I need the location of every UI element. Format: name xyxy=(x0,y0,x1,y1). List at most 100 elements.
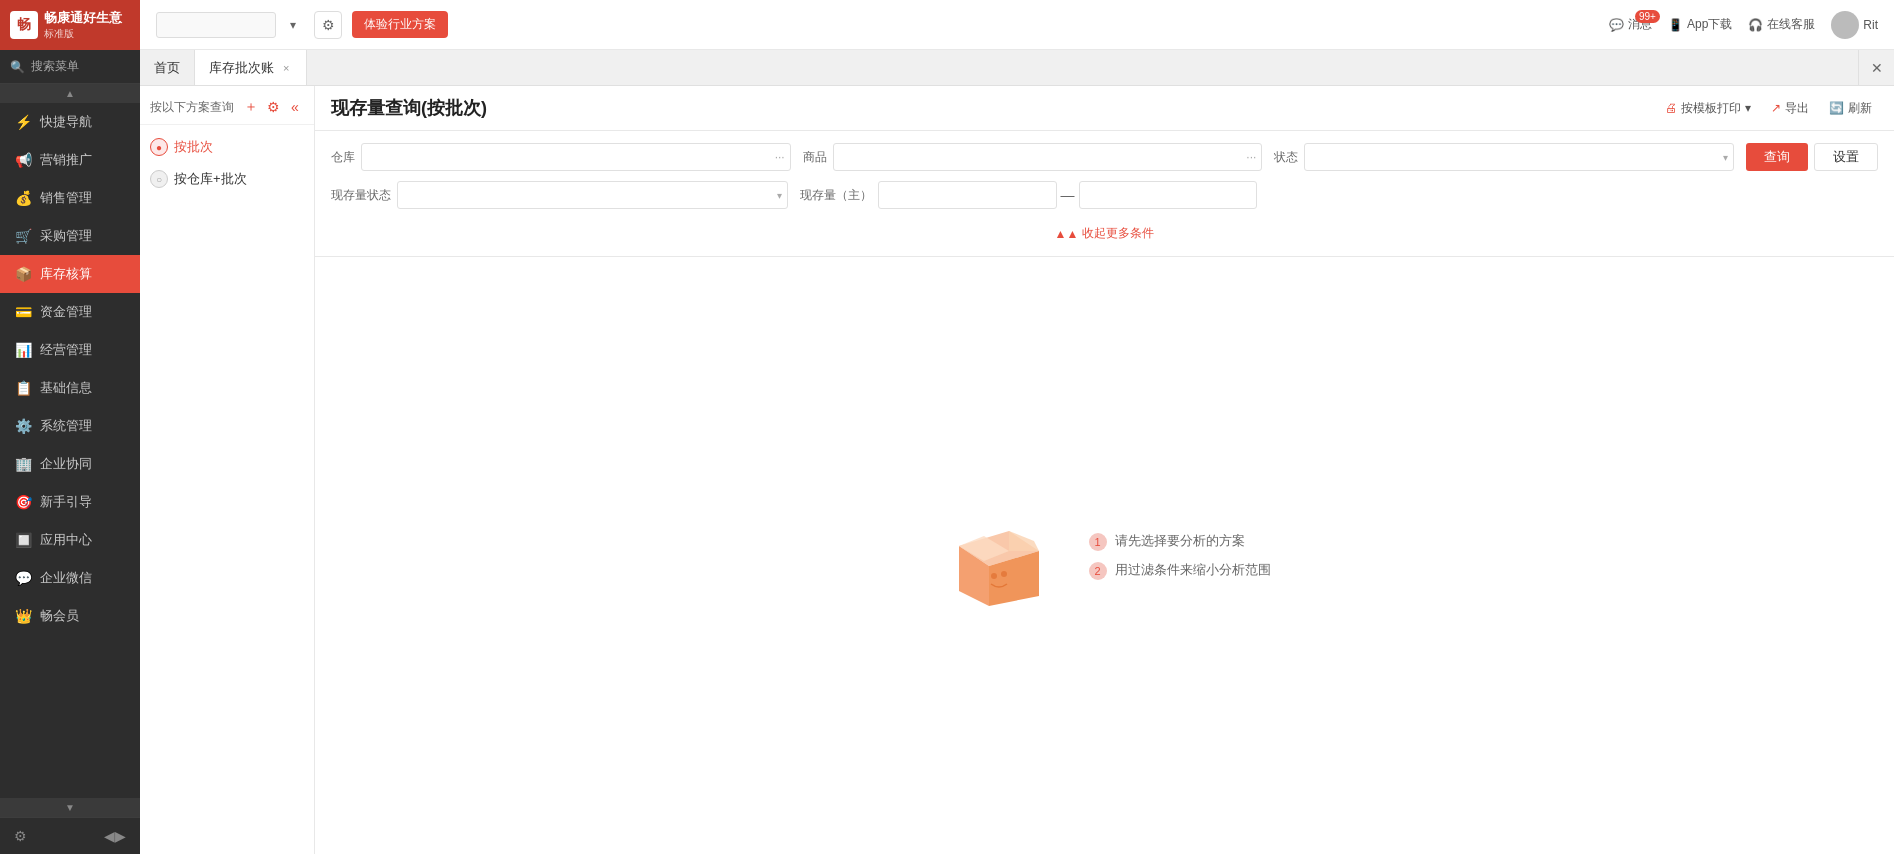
sidebar-collapse-icon[interactable]: ◀▶ xyxy=(104,828,126,844)
username-label: Rit xyxy=(1863,18,1878,32)
right-content: 现存量查询(按批次) 🖨 按模板打印 ▾ ↗ 导出 🔄 刷新 xyxy=(315,86,1894,854)
tip-num-2: 2 xyxy=(1089,562,1107,580)
query-btn[interactable]: 查询 xyxy=(1746,143,1808,171)
app-name-block: 畅康通好生意 标准版 xyxy=(44,10,122,40)
product-input-wrapper: ··· xyxy=(833,143,1263,171)
print-btn[interactable]: 🖨 按模板打印 ▾ xyxy=(1659,97,1757,120)
add-scheme-btn[interactable]: ＋ xyxy=(242,98,260,116)
refresh-btn[interactable]: 🔄 刷新 xyxy=(1823,97,1878,120)
tab-close-btn[interactable]: × xyxy=(280,61,292,75)
sidebar-item-system[interactable]: ⚙️ 系统管理 xyxy=(0,407,140,445)
quick-nav-icon: ⚡ xyxy=(14,113,32,131)
stock-status-select[interactable] xyxy=(397,181,788,209)
empty-tip-1: 1 请先选择要分析的方案 xyxy=(1089,532,1271,551)
sidebar-item-finance[interactable]: 💳 资金管理 xyxy=(0,293,140,331)
topbar-search-input[interactable] xyxy=(156,12,276,38)
sidebar-item-operation[interactable]: 📊 经营管理 xyxy=(0,331,140,369)
tab-bar-close-btn[interactable]: ✕ xyxy=(1858,50,1894,85)
export-btn[interactable]: ↗ 导出 xyxy=(1765,97,1815,120)
page-title: 现存量查询(按批次) xyxy=(331,96,487,120)
page-title-bar: 现存量查询(按批次) 🖨 按模板打印 ▾ ↗ 导出 🔄 刷新 xyxy=(315,86,1894,131)
user-profile-btn[interactable]: Rit xyxy=(1831,11,1878,39)
scheme-settings-btn[interactable]: ⚙ xyxy=(264,98,282,116)
topbar-dropdown-btn[interactable]: ▾ xyxy=(282,14,304,36)
collapse-filter-btn[interactable]: ▲▲ 收起更多条件 xyxy=(331,219,1878,244)
export-icon: ↗ xyxy=(1771,101,1781,115)
stock-qty-min-input[interactable] xyxy=(878,181,1057,209)
stock-qty-min-wrapper xyxy=(878,181,1057,209)
filter-settings-btn[interactable]: 设置 xyxy=(1814,143,1878,171)
message-badge: 99+ xyxy=(1635,10,1660,23)
phone-icon: 📱 xyxy=(1668,18,1683,32)
empty-state: 1 请先选择要分析的方案 2 用过滤条件来缩小分析范围 xyxy=(315,257,1894,854)
product-dots-btn[interactable]: ··· xyxy=(1246,150,1256,164)
sidebar-item-quick-nav[interactable]: ⚡ 快捷导航 xyxy=(0,103,140,141)
app-download-btn[interactable]: 📱 App下载 xyxy=(1668,16,1732,33)
sidebar-settings-icon[interactable]: ⚙ xyxy=(14,828,27,844)
warehouse-input-wrapper: ··· xyxy=(361,143,791,171)
topbar-gear-btn[interactable]: ⚙ xyxy=(314,11,342,39)
topbar-search-area: ▾ xyxy=(156,12,304,38)
sidebar-item-newbie[interactable]: 🎯 新手引导 xyxy=(0,483,140,521)
filter-row-2: 现存量状态 ▾ 现存量（主） — xyxy=(331,181,1878,209)
svg-point-6 xyxy=(1001,571,1007,577)
sidebar-scroll-down[interactable]: ▼ xyxy=(0,798,140,817)
settings-icon: ⚙ xyxy=(267,99,280,115)
online-service-btn[interactable]: 🎧 在线客服 xyxy=(1748,16,1815,33)
sidebar-item-basic[interactable]: 📋 基础信息 xyxy=(0,369,140,407)
warehouse-input[interactable] xyxy=(361,143,791,171)
sidebar-search[interactable]: 🔍 搜索菜单 xyxy=(0,50,140,84)
panel-collapse-btn[interactable]: « xyxy=(286,98,304,116)
scheme-item-by-warehouse-batch[interactable]: ○ 按仓库+批次 xyxy=(140,163,314,195)
scheme-icon-batch: ● xyxy=(150,138,168,156)
scheme-icon-warehouse-batch: ○ xyxy=(150,170,168,188)
message-btn[interactable]: 💬 消息 99+ xyxy=(1609,16,1652,33)
enterprise-icon: 🏢 xyxy=(14,455,32,473)
sidebar-item-enterprise[interactable]: 🏢 企业协同 xyxy=(0,445,140,483)
sidebar-scroll-up[interactable]: ▲ xyxy=(0,84,140,103)
search-icon: 🔍 xyxy=(10,60,25,74)
system-icon: ⚙️ xyxy=(14,417,32,435)
page-content: 按以下方案查询 ＋ ⚙ « ● 按批次 xyxy=(140,86,1894,854)
app-logo: 畅 xyxy=(10,11,38,39)
filter-warehouse: 仓库 ··· xyxy=(331,143,791,171)
status-select[interactable] xyxy=(1304,143,1734,171)
stock-status-select-wrapper: ▾ xyxy=(397,181,788,209)
trial-btn[interactable]: 体验行业方案 xyxy=(352,11,448,38)
empty-tips: 1 请先选择要分析的方案 2 用过滤条件来缩小分析范围 xyxy=(1089,532,1271,580)
tab-inventory-batch[interactable]: 库存批次账 × xyxy=(195,50,307,85)
wechat-icon: 💬 xyxy=(14,569,32,587)
apps-icon: 🔲 xyxy=(14,531,32,549)
stock-qty-max-input[interactable] xyxy=(1079,181,1258,209)
tip-num-1: 1 xyxy=(1089,533,1107,551)
scheme-list: ● 按批次 ○ 按仓库+批次 xyxy=(140,125,314,201)
tab-home[interactable]: 首页 xyxy=(140,50,195,85)
left-panel-header: 按以下方案查询 ＋ ⚙ « xyxy=(140,86,314,125)
print-icon: 🖨 xyxy=(1665,101,1677,115)
collapse-up-icon: ▲▲ xyxy=(1055,227,1079,241)
basic-icon: 📋 xyxy=(14,379,32,397)
collapse-icon: « xyxy=(291,99,299,115)
sidebar-item-wechat[interactable]: 💬 企业微信 xyxy=(0,559,140,597)
sidebar-item-member[interactable]: 👑 畅会员 xyxy=(0,597,140,635)
sidebar-item-marketing[interactable]: 📢 营销推广 xyxy=(0,141,140,179)
sidebar-item-apps[interactable]: 🔲 应用中心 xyxy=(0,521,140,559)
sidebar-item-sales[interactable]: 💰 销售管理 xyxy=(0,179,140,217)
product-input[interactable] xyxy=(833,143,1263,171)
marketing-icon: 📢 xyxy=(14,151,32,169)
sidebar-item-inventory[interactable]: 📦 库存核算 xyxy=(0,255,140,293)
service-icon: 🎧 xyxy=(1748,18,1763,32)
filter-product: 商品 ··· xyxy=(803,143,1263,171)
sidebar-item-purchase[interactable]: 🛒 采购管理 xyxy=(0,217,140,255)
page-title-actions: 🖨 按模板打印 ▾ ↗ 导出 🔄 刷新 xyxy=(1659,97,1878,120)
message-icon: 💬 xyxy=(1609,18,1624,32)
filter-action-btns: 查询 设置 xyxy=(1746,143,1878,171)
scheme-item-by-batch[interactable]: ● 按批次 xyxy=(140,131,314,163)
sidebar-footer: ⚙ ◀▶ xyxy=(0,817,140,854)
warehouse-dots-btn[interactable]: ··· xyxy=(775,150,785,164)
sales-icon: 💰 xyxy=(14,189,32,207)
member-icon: 👑 xyxy=(14,607,32,625)
sidebar-header: 畅 畅康通好生意 标准版 xyxy=(0,0,140,50)
app-edition: 标准版 xyxy=(44,27,122,40)
svg-marker-4 xyxy=(1009,531,1039,551)
